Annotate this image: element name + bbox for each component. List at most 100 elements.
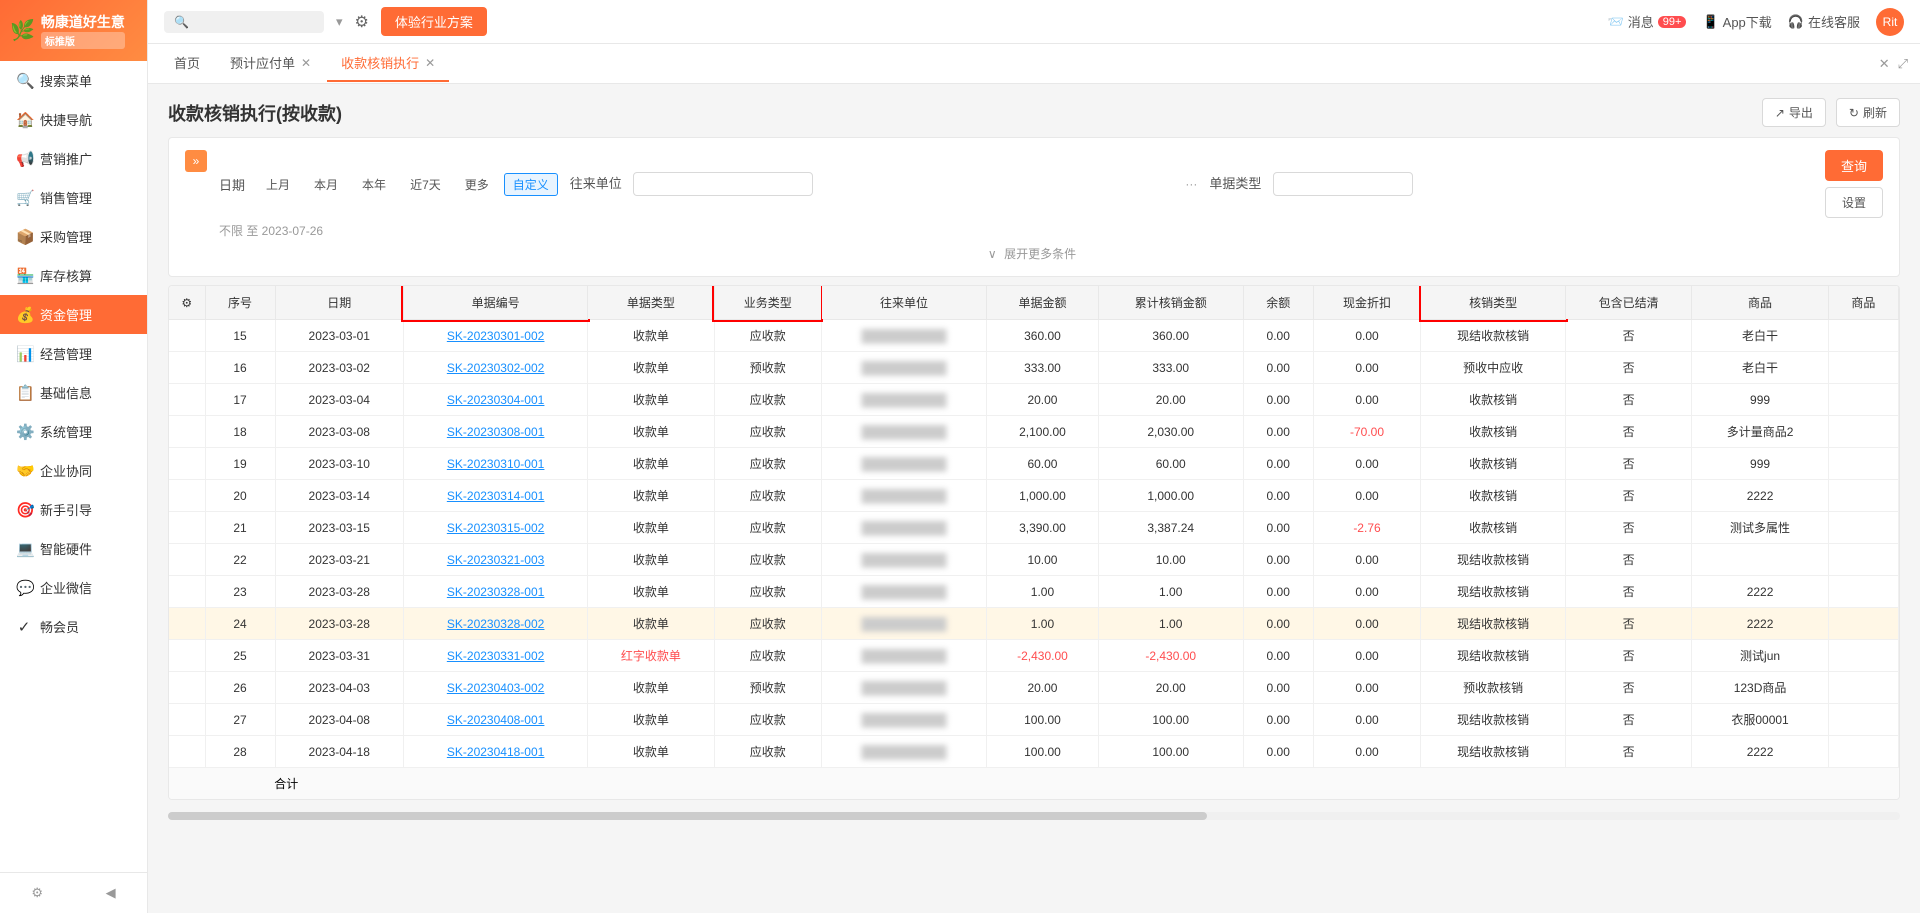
th-product: 商品 bbox=[1692, 286, 1829, 320]
sidebar-item-guide[interactable]: 🎯 新手引导 bbox=[0, 490, 147, 529]
cell-bill-no[interactable]: SK-20230331-002 bbox=[403, 640, 587, 672]
refresh-button[interactable]: ↻ 刷新 bbox=[1836, 98, 1900, 127]
date-btn-last-month[interactable]: 上月 bbox=[257, 173, 299, 196]
th-date: 日期 bbox=[275, 286, 403, 320]
horizontal-scrollbar[interactable] bbox=[168, 812, 1900, 820]
collapse-btn[interactable]: ◀ bbox=[98, 881, 124, 905]
column-settings-icon[interactable]: ⚙ bbox=[181, 296, 192, 310]
cell-cash-discount: 0.00 bbox=[1313, 352, 1420, 384]
sidebar-item-system[interactable]: ⚙️ 系统管理 bbox=[0, 412, 147, 451]
cell-product2 bbox=[1828, 640, 1898, 672]
cell-cancel-type: 现结收款核销 bbox=[1421, 544, 1566, 576]
cell-bill-no[interactable]: SK-20230301-002 bbox=[403, 320, 587, 352]
cell-balance: 0.00 bbox=[1243, 384, 1313, 416]
sidebar-item-member[interactable]: ✓ 畅会员 bbox=[0, 607, 147, 646]
main-area: 🔍 ▾ ⚙ 体验行业方案 📨 消息 99+ 📱 App下载 🎧 在线客服 Rit bbox=[148, 0, 1920, 913]
export-label: 导出 bbox=[1789, 104, 1813, 121]
cell-bill-no[interactable]: SK-20230328-002 bbox=[403, 608, 587, 640]
th-settings[interactable]: ⚙ bbox=[169, 286, 205, 320]
cell-bill-no[interactable]: SK-20230302-002 bbox=[403, 352, 587, 384]
cell-bill-no[interactable]: SK-20230314-001 bbox=[403, 480, 587, 512]
cell-bill-no[interactable]: SK-20230308-001 bbox=[403, 416, 587, 448]
cell-bill-type: 收款单 bbox=[588, 544, 714, 576]
cell-bill-no[interactable]: SK-20230328-001 bbox=[403, 576, 587, 608]
topbar-search[interactable]: 🔍 bbox=[164, 11, 324, 33]
tab-receipt-exec[interactable]: 收款核销执行 ✕ bbox=[327, 45, 449, 82]
sidebar-item-collab[interactable]: 🤝 企业协同 bbox=[0, 451, 147, 490]
date-range-text: 不限 至 2023-07-26 bbox=[219, 224, 323, 238]
cell-product2 bbox=[1828, 448, 1898, 480]
cell-bill-no[interactable]: SK-20230310-001 bbox=[403, 448, 587, 480]
sidebar-item-purchase[interactable]: 📦 采购管理 bbox=[0, 217, 147, 256]
query-button[interactable]: 查询 bbox=[1825, 150, 1883, 181]
cell-product2 bbox=[1828, 512, 1898, 544]
cell-bill-no[interactable]: SK-20230315-002 bbox=[403, 512, 587, 544]
cell-balance: 0.00 bbox=[1243, 448, 1313, 480]
headset-icon: 🎧 bbox=[1788, 14, 1804, 30]
totals-discount bbox=[1313, 768, 1420, 800]
table-row: 252023-03-31SK-20230331-002红字收款单应收款█████… bbox=[169, 640, 1899, 672]
cell-bill-no[interactable]: SK-20230418-001 bbox=[403, 736, 587, 768]
app-download-area[interactable]: 📱 App下载 bbox=[1702, 12, 1771, 31]
totals-bill-type bbox=[588, 768, 714, 800]
cell-bill-no[interactable]: SK-20230321-003 bbox=[403, 544, 587, 576]
cell-settings bbox=[169, 352, 205, 384]
cell-include-settled: 否 bbox=[1566, 512, 1692, 544]
cell-counterpart: ██████████ bbox=[821, 608, 986, 640]
cell-cancel-type: 现结收款核销 bbox=[1421, 320, 1566, 352]
cell-seq: 23 bbox=[205, 576, 275, 608]
cell-date: 2023-03-15 bbox=[275, 512, 403, 544]
filter-expand-btn[interactable]: » bbox=[185, 150, 207, 172]
sidebar-item-wechat[interactable]: 💬 企业微信 bbox=[0, 568, 147, 607]
settings-filter-button[interactable]: 设置 bbox=[1825, 187, 1883, 218]
sidebar-item-quicknav[interactable]: 🏠 快捷导航 bbox=[0, 100, 147, 139]
tab-close-icon[interactable]: ✕ bbox=[1879, 56, 1890, 72]
export-button[interactable]: ↗ 导出 bbox=[1762, 98, 1826, 127]
tab-home[interactable]: 首页 bbox=[160, 45, 214, 82]
counterpart-input[interactable] bbox=[633, 172, 813, 196]
cell-cum-cancel: 1.00 bbox=[1098, 608, 1243, 640]
th-cancel-type: 核销类型 bbox=[1421, 286, 1566, 320]
sidebar-item-search[interactable]: 🔍 搜索菜单 bbox=[0, 61, 147, 100]
date-btn-this-month[interactable]: 本月 bbox=[305, 173, 347, 196]
cell-bill-type: 收款单 bbox=[588, 608, 714, 640]
cell-bill-no[interactable]: SK-20230403-002 bbox=[403, 672, 587, 704]
date-btn-custom[interactable]: 自定义 bbox=[504, 173, 558, 196]
cell-bill-no[interactable]: SK-20230408-001 bbox=[403, 704, 587, 736]
cell-cash-discount: 0.00 bbox=[1313, 736, 1420, 768]
gear-icon[interactable]: ⚙ bbox=[355, 12, 369, 32]
sidebar-item-inventory[interactable]: 🏪 库存核算 bbox=[0, 256, 147, 295]
date-btn-this-year[interactable]: 本年 bbox=[353, 173, 395, 196]
sidebar-item-basic[interactable]: 📋 基础信息 bbox=[0, 373, 147, 412]
sidebar-item-sales[interactable]: 🛒 销售管理 bbox=[0, 178, 147, 217]
cell-seq: 21 bbox=[205, 512, 275, 544]
message-label: 消息 bbox=[1628, 12, 1654, 31]
service-area[interactable]: 🎧 在线客服 bbox=[1788, 12, 1860, 31]
cell-bill-type: 收款单 bbox=[588, 480, 714, 512]
cell-settings bbox=[169, 512, 205, 544]
sidebar-item-operation[interactable]: 📊 经营管理 bbox=[0, 334, 147, 373]
industry-solution-button[interactable]: 体验行业方案 bbox=[381, 7, 487, 36]
date-btn-more[interactable]: 更多 bbox=[456, 173, 498, 196]
cell-cash-discount: 0.00 bbox=[1313, 704, 1420, 736]
tab-pre-receipt[interactable]: 预计应付单 ✕ bbox=[216, 45, 325, 82]
user-avatar[interactable]: Rit bbox=[1876, 8, 1904, 36]
date-btn-7days[interactable]: 近7天 bbox=[401, 173, 450, 196]
cell-bill-no[interactable]: SK-20230304-001 bbox=[403, 384, 587, 416]
settings-bottom-btn[interactable]: ⚙ bbox=[23, 881, 51, 905]
tab-close-receipt-exec[interactable]: ✕ bbox=[425, 56, 435, 70]
more-filters-btn[interactable]: ··· bbox=[1185, 177, 1197, 191]
tab-expand-icon[interactable]: ⤢ bbox=[1898, 56, 1908, 72]
cell-counterpart: ██████████ bbox=[821, 736, 986, 768]
sidebar-item-marketing[interactable]: 📢 营销推广 bbox=[0, 139, 147, 178]
message-area[interactable]: 📨 消息 99+ bbox=[1608, 12, 1687, 31]
filter-row: 日期 上月 本月 本年 近7天 更多 自定义 往来单位 bbox=[219, 150, 1883, 218]
cell-product: 123D商品 bbox=[1692, 672, 1829, 704]
tab-close-pre-receipt[interactable]: ✕ bbox=[301, 56, 311, 70]
totals-row: 合计 bbox=[169, 768, 1899, 800]
sidebar-item-finance[interactable]: 💰 资金管理 bbox=[0, 295, 147, 334]
expand-more-row[interactable]: ∨ 展开更多条件 bbox=[185, 239, 1883, 264]
receipt-type-select[interactable] bbox=[1273, 172, 1413, 196]
sidebar-item-hardware[interactable]: 💻 智能硬件 bbox=[0, 529, 147, 568]
cell-product: 老白干 bbox=[1692, 352, 1829, 384]
